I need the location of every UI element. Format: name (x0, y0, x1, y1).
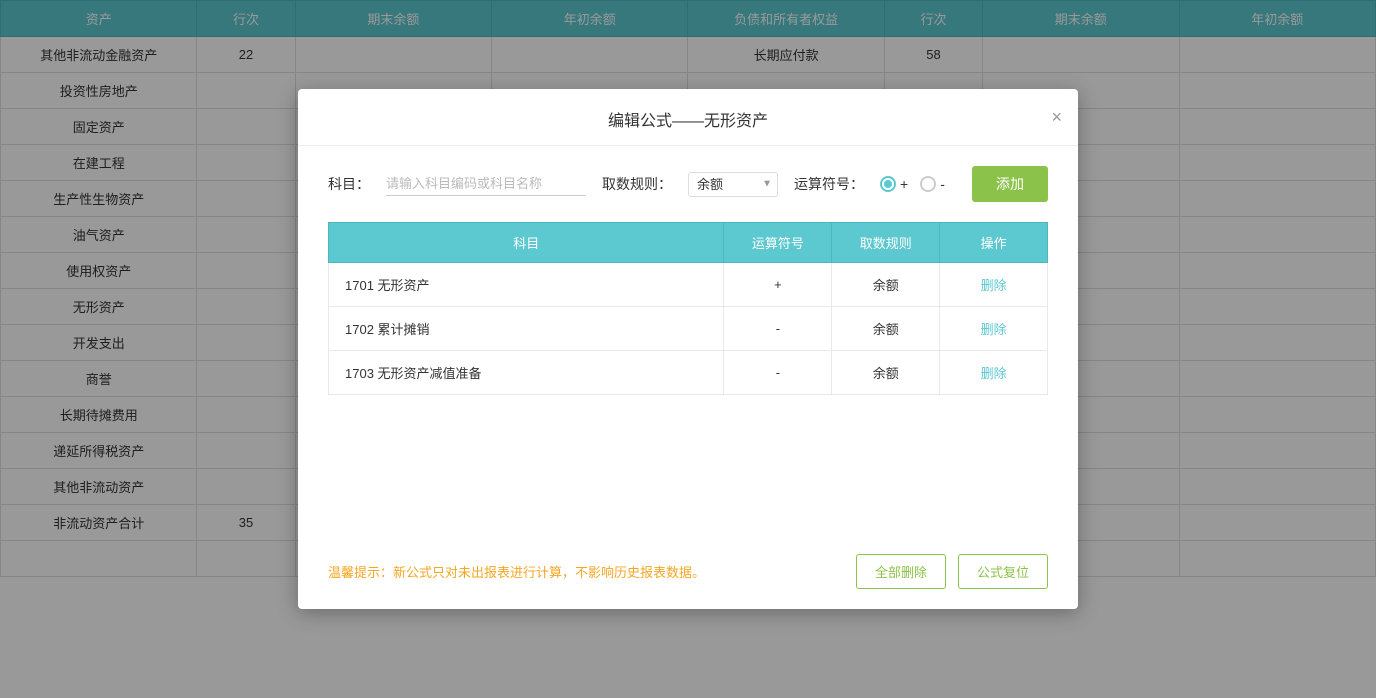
modal-close-button[interactable]: × (1051, 108, 1062, 126)
reset-formula-button[interactable]: 公式复位 (958, 554, 1048, 589)
formula-cell-subject: 1703 无形资产减值准备 (329, 351, 724, 395)
formula-table-row: 1701 无形资产 + 余额 删除 (329, 263, 1048, 307)
formula-cell-rule: 余额 (832, 351, 940, 395)
formula-cell-action[interactable]: 删除 (940, 351, 1048, 395)
radio-minus-circle[interactable] (920, 176, 936, 192)
table-header-operator: 运算符号 (724, 223, 832, 263)
formula-cell-rule: 余额 (832, 263, 940, 307)
modal-header: 编辑公式——无形资产 × (298, 89, 1078, 146)
formula-table-row: 1702 累计摊销 - 余额 删除 (329, 307, 1048, 351)
radio-plus[interactable]: + (880, 176, 908, 192)
formula-cell-action[interactable]: 删除 (940, 263, 1048, 307)
modal-dialog: 编辑公式——无形资产 × 科目： 取数规则： 余额 借方 贷方 借方发生 贷方发… (298, 89, 1078, 609)
table-header-subject: 科目 (329, 223, 724, 263)
formula-table: 科目 运算符号 取数规则 操作 1701 无形资产 + 余额 删除 1702 累… (328, 222, 1048, 395)
delete-row-button[interactable]: 删除 (981, 363, 1007, 382)
modal-overlay: 编辑公式——无形资产 × 科目： 取数规则： 余额 借方 贷方 借方发生 贷方发… (0, 0, 1376, 698)
delete-all-button[interactable]: 全部删除 (856, 554, 946, 589)
table-header-action: 操作 (940, 223, 1048, 263)
formula-table-row: 1703 无形资产减值准备 - 余额 删除 (329, 351, 1048, 395)
modal-title: 编辑公式——无形资产 (608, 113, 768, 130)
formula-cell-subject: 1702 累计摊销 (329, 307, 724, 351)
operator-label: 运算符号： (794, 174, 864, 194)
modal-footer: 温馨提示：新公式只对未出报表进行计算，不影响历史报表数据。 全部删除 公式复位 (298, 538, 1078, 609)
radio-plus-label: + (900, 176, 908, 192)
formula-cell-action[interactable]: 删除 (940, 307, 1048, 351)
radio-minus[interactable]: - (920, 176, 945, 192)
rule-select[interactable]: 余额 借方 贷方 借方发生 贷方发生 (688, 172, 778, 197)
footer-buttons: 全部删除 公式复位 (856, 554, 1048, 589)
table-header-rule: 取数规则 (832, 223, 940, 263)
rule-label: 取数规则： (602, 174, 672, 194)
formula-cell-operator: - (724, 351, 832, 395)
modal-body: 科目： 取数规则： 余额 借方 贷方 借方发生 贷方发生 ▼ 运算符号： (298, 146, 1078, 538)
add-button[interactable]: 添加 (972, 166, 1048, 202)
radio-minus-label: - (940, 176, 945, 192)
delete-row-button[interactable]: 删除 (981, 319, 1007, 338)
formula-cell-operator: - (724, 307, 832, 351)
formula-cell-subject: 1701 无形资产 (329, 263, 724, 307)
form-row: 科目： 取数规则： 余额 借方 贷方 借方发生 贷方发生 ▼ 运算符号： (328, 166, 1048, 202)
formula-cell-operator: + (724, 263, 832, 307)
subject-input[interactable] (386, 172, 586, 196)
footer-hint: 温馨提示：新公式只对未出报表进行计算，不影响历史报表数据。 (328, 562, 705, 581)
rule-select-wrapper[interactable]: 余额 借方 贷方 借方发生 贷方发生 ▼ (688, 172, 778, 197)
delete-row-button[interactable]: 删除 (981, 275, 1007, 294)
formula-cell-rule: 余额 (832, 307, 940, 351)
radio-plus-circle[interactable] (880, 176, 896, 192)
operator-radio-group: + - (880, 176, 945, 192)
subject-label: 科目： (328, 174, 370, 194)
